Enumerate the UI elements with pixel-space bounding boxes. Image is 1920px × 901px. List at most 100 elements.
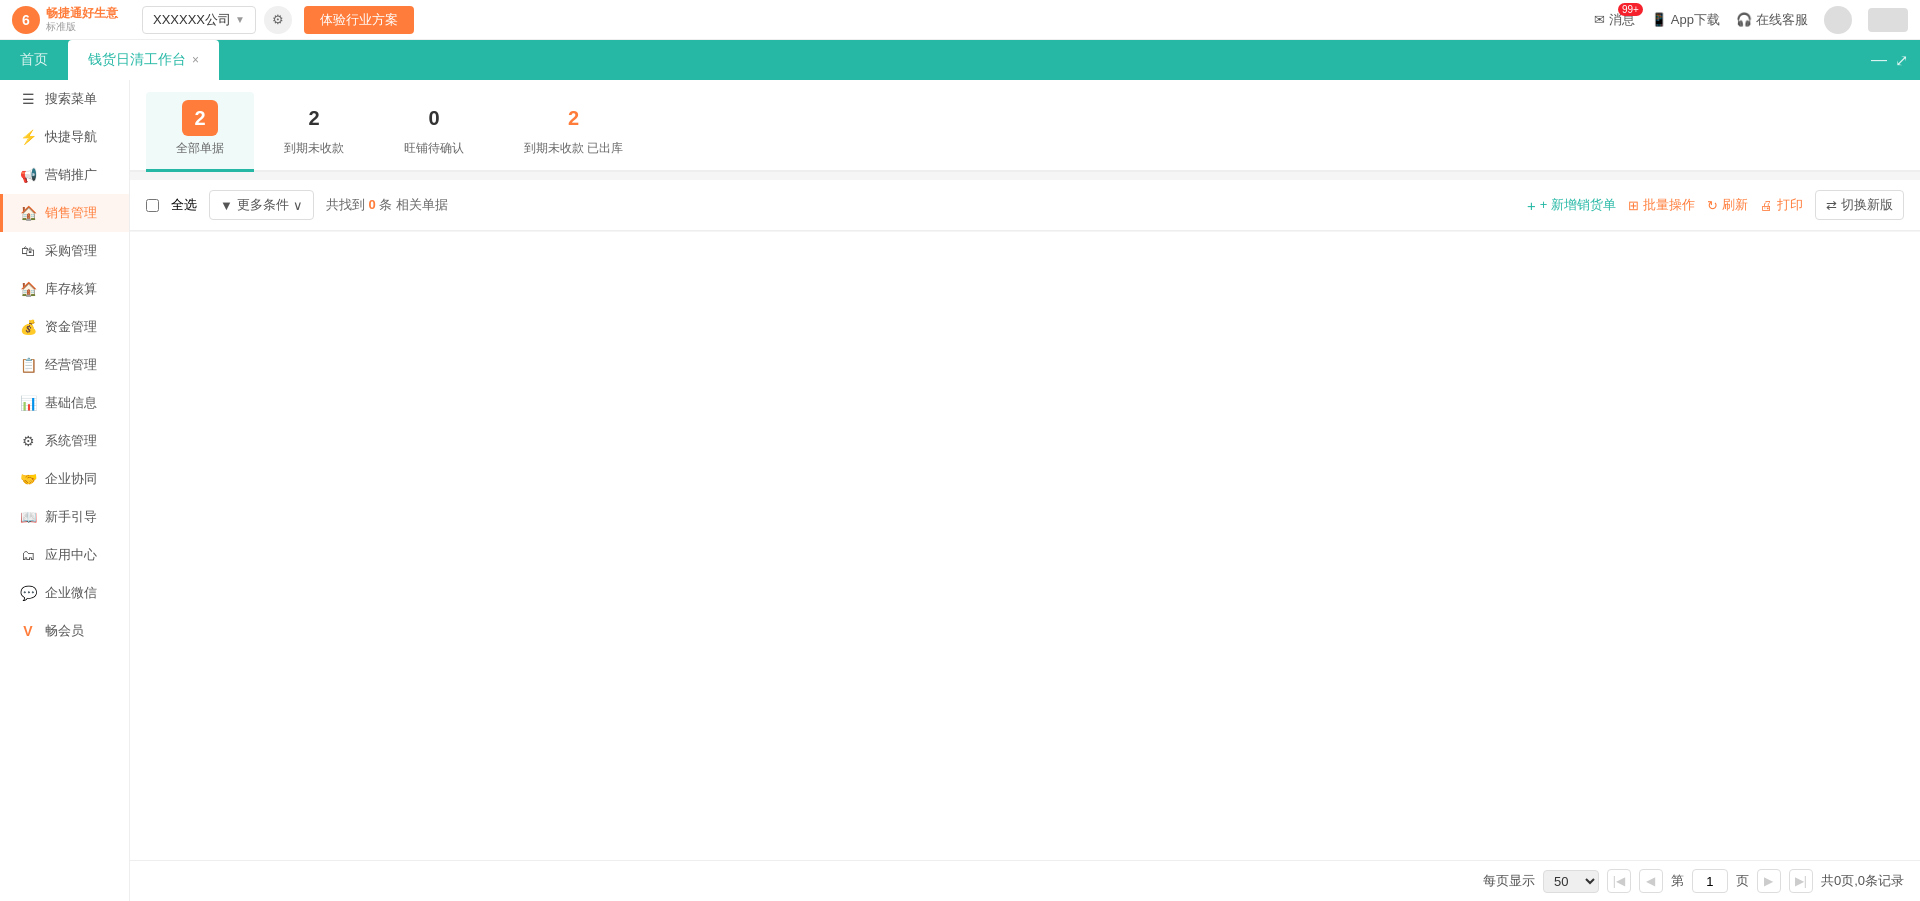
stat-overdue-label: 到期未收款 — [284, 140, 344, 157]
sidebar-item-guide-label: 新手引导 — [45, 508, 97, 526]
stat-pending-label: 旺铺待确认 — [404, 140, 464, 157]
sidebar-item-member[interactable]: V 畅会员 — [0, 612, 129, 650]
more-filters-button[interactable]: ▼ 更多条件 ∨ — [209, 190, 314, 220]
logo-sub: 标准版 — [46, 21, 118, 33]
print-button[interactable]: 🖨 打印 — [1760, 196, 1803, 214]
sidebar-item-sales[interactable]: 🏠 销售管理 — [0, 194, 129, 232]
company-selector[interactable]: XXXXXX公司 ▼ — [142, 6, 256, 34]
switch-version-button[interactable]: ⇄ 切换新版 — [1815, 190, 1904, 220]
stat-tab-shipped[interactable]: 2 到期未收款 已出库 — [494, 92, 653, 172]
settings-button[interactable]: ⚙ — [264, 6, 292, 34]
more-filters-label: 更多条件 — [237, 196, 289, 214]
batch-btn-label: 批量操作 — [1643, 196, 1695, 214]
page-next-icon: ▶ — [1764, 874, 1773, 888]
select-all-checkbox[interactable] — [146, 199, 159, 212]
experience-button[interactable]: 体验行业方案 — [304, 6, 414, 34]
page-label-post: 页 — [1736, 872, 1749, 890]
sidebar-item-app-center-label: 应用中心 — [45, 546, 97, 564]
message-button[interactable]: ✉ 消息 99+ — [1594, 11, 1635, 29]
page-last-button[interactable]: ▶| — [1789, 869, 1813, 893]
batch-icon: ⊞ — [1628, 198, 1639, 213]
tab-maximize-button[interactable]: ⤢ — [1895, 51, 1908, 70]
sidebar-item-app-center[interactable]: 🗂 应用中心 — [0, 536, 129, 574]
app-layout: ☰ 搜索菜单 ⚡ 快捷导航 📢 营销推广 🏠 销售管理 🛍 采购管理 🏠 库存核… — [0, 80, 1920, 901]
page-label-pre: 第 — [1671, 872, 1684, 890]
sidebar-item-system[interactable]: ⚙ 系统管理 — [0, 422, 129, 460]
sidebar-item-marketing[interactable]: 📢 营销推广 — [0, 156, 129, 194]
online-service-button[interactable]: 🎧 在线客服 — [1736, 11, 1808, 29]
page-last-icon: ▶| — [1795, 874, 1807, 888]
refresh-button[interactable]: ↻ 刷新 — [1707, 196, 1748, 214]
refresh-btn-label: 刷新 — [1722, 196, 1748, 214]
page-prev-button[interactable]: ◀ — [1639, 869, 1663, 893]
stat-shipped-bg: 2 — [556, 100, 592, 136]
add-sales-order-button[interactable]: + + 新增销货单 — [1527, 196, 1616, 214]
logo-text: 畅捷通好生意 标准版 — [46, 6, 118, 32]
user-avatar[interactable] — [1824, 6, 1852, 34]
stat-tab-overdue[interactable]: 2 到期未收款 — [254, 92, 374, 172]
page-next-button[interactable]: ▶ — [1757, 869, 1781, 893]
download-icon: 📱 — [1651, 12, 1667, 27]
tab-workbench-close[interactable]: × — [192, 53, 199, 67]
sidebar-item-sales-label: 销售管理 — [45, 204, 97, 222]
sales-icon: 🏠 — [19, 204, 37, 222]
stat-tab-pending[interactable]: 0 旺铺待确认 — [374, 92, 494, 172]
tab-home-label: 首页 — [20, 51, 48, 69]
batch-operation-button[interactable]: ⊞ 批量操作 — [1628, 196, 1695, 214]
stat-pending-bg: 0 — [416, 100, 452, 136]
found-suffix: 相关单据 — [396, 197, 448, 212]
user-name-area[interactable] — [1868, 8, 1908, 32]
sidebar-item-purchase[interactable]: 🛍 采购管理 — [0, 232, 129, 270]
page-prev-icon: ◀ — [1646, 874, 1655, 888]
sidebar-item-basic[interactable]: 📊 基础信息 — [0, 384, 129, 422]
stat-tab-all[interactable]: 2 全部单据 — [146, 92, 254, 172]
sidebar-item-search[interactable]: ☰ 搜索菜单 — [0, 80, 129, 118]
tab-minimize-button[interactable]: — — [1871, 51, 1887, 69]
logo-title: 畅捷通好生意 — [46, 6, 118, 20]
sidebar-item-marketing-label: 营销推广 — [45, 166, 97, 184]
sidebar-item-inventory-label: 库存核算 — [45, 280, 97, 298]
per-page-select[interactable]: 50 100 200 — [1543, 870, 1599, 893]
toolbar-right: + + 新增销货单 ⊞ 批量操作 ↻ 刷新 🖨 打印 ⇄ 切换新版 — [1527, 190, 1904, 220]
main-content: 2 全部单据 2 到期未收款 0 旺铺待确认 2 到期未收款 已出 — [130, 80, 1920, 901]
stat-all-number: 2 — [194, 107, 205, 130]
sidebar-item-basic-label: 基础信息 — [45, 394, 97, 412]
finance-icon: 💰 — [19, 318, 37, 336]
sidebar-item-cooperation[interactable]: 🤝 企业协同 — [0, 460, 129, 498]
page-number-input[interactable] — [1692, 869, 1728, 893]
app-download-button[interactable]: 📱 App下载 — [1651, 11, 1720, 29]
sidebar-item-quick-nav[interactable]: ⚡ 快捷导航 — [0, 118, 129, 156]
stats-tabs: 2 全部单据 2 到期未收款 0 旺铺待确认 2 到期未收款 已出 — [130, 80, 1920, 172]
service-icon: 🎧 — [1736, 12, 1752, 27]
sidebar-item-cooperation-label: 企业协同 — [45, 470, 97, 488]
tab-home[interactable]: 首页 — [0, 40, 68, 80]
sidebar-item-operation[interactable]: 📋 经营管理 — [0, 346, 129, 384]
tab-bar-actions: — ⤢ — [1871, 51, 1920, 70]
toolbar: 全选 ▼ 更多条件 ∨ 共找到 0 条 相关单据 + + 新增销货单 ⊞ 批量操… — [130, 180, 1920, 231]
print-btn-label: 打印 — [1777, 196, 1803, 214]
app-center-icon: 🗂 — [19, 546, 37, 564]
sidebar-item-inventory[interactable]: 🏠 库存核算 — [0, 270, 129, 308]
sidebar-item-system-label: 系统管理 — [45, 432, 97, 450]
inventory-icon: 🏠 — [19, 280, 37, 298]
sidebar-item-guide[interactable]: 📖 新手引导 — [0, 498, 129, 536]
pagination-bar: 每页显示 50 100 200 |◀ ◀ 第 页 ▶ ▶| 共0页,0条记录 — [130, 860, 1920, 901]
page-first-button[interactable]: |◀ — [1607, 869, 1631, 893]
sidebar-item-finance[interactable]: 💰 资金管理 — [0, 308, 129, 346]
operation-icon: 📋 — [19, 356, 37, 374]
logo-icon: 6 — [12, 6, 40, 34]
tab-bar: 首页 钱货日清工作台 × — ⤢ — [0, 40, 1920, 80]
top-header: 6 畅捷通好生意 标准版 XXXXXX公司 ▼ ⚙ 体验行业方案 ✉ 消息 99… — [0, 0, 1920, 40]
filter-dropdown-icon: ∨ — [293, 198, 303, 213]
sidebar-item-wechat[interactable]: 💬 企业微信 — [0, 574, 129, 612]
found-unit: 条 — [379, 197, 392, 212]
stat-overdue-number: 2 — [308, 107, 319, 130]
tab-workbench[interactable]: 钱货日清工作台 × — [68, 40, 219, 80]
switch-icon: ⇄ — [1826, 198, 1837, 213]
page-first-icon: |◀ — [1613, 874, 1625, 888]
stat-all-bg: 2 — [182, 100, 218, 136]
online-service-label: 在线客服 — [1756, 11, 1808, 29]
header-right: ✉ 消息 99+ 📱 App下载 🎧 在线客服 — [1594, 6, 1908, 34]
tab-workbench-label: 钱货日清工作台 — [88, 51, 186, 69]
sidebar-item-operation-label: 经营管理 — [45, 356, 97, 374]
